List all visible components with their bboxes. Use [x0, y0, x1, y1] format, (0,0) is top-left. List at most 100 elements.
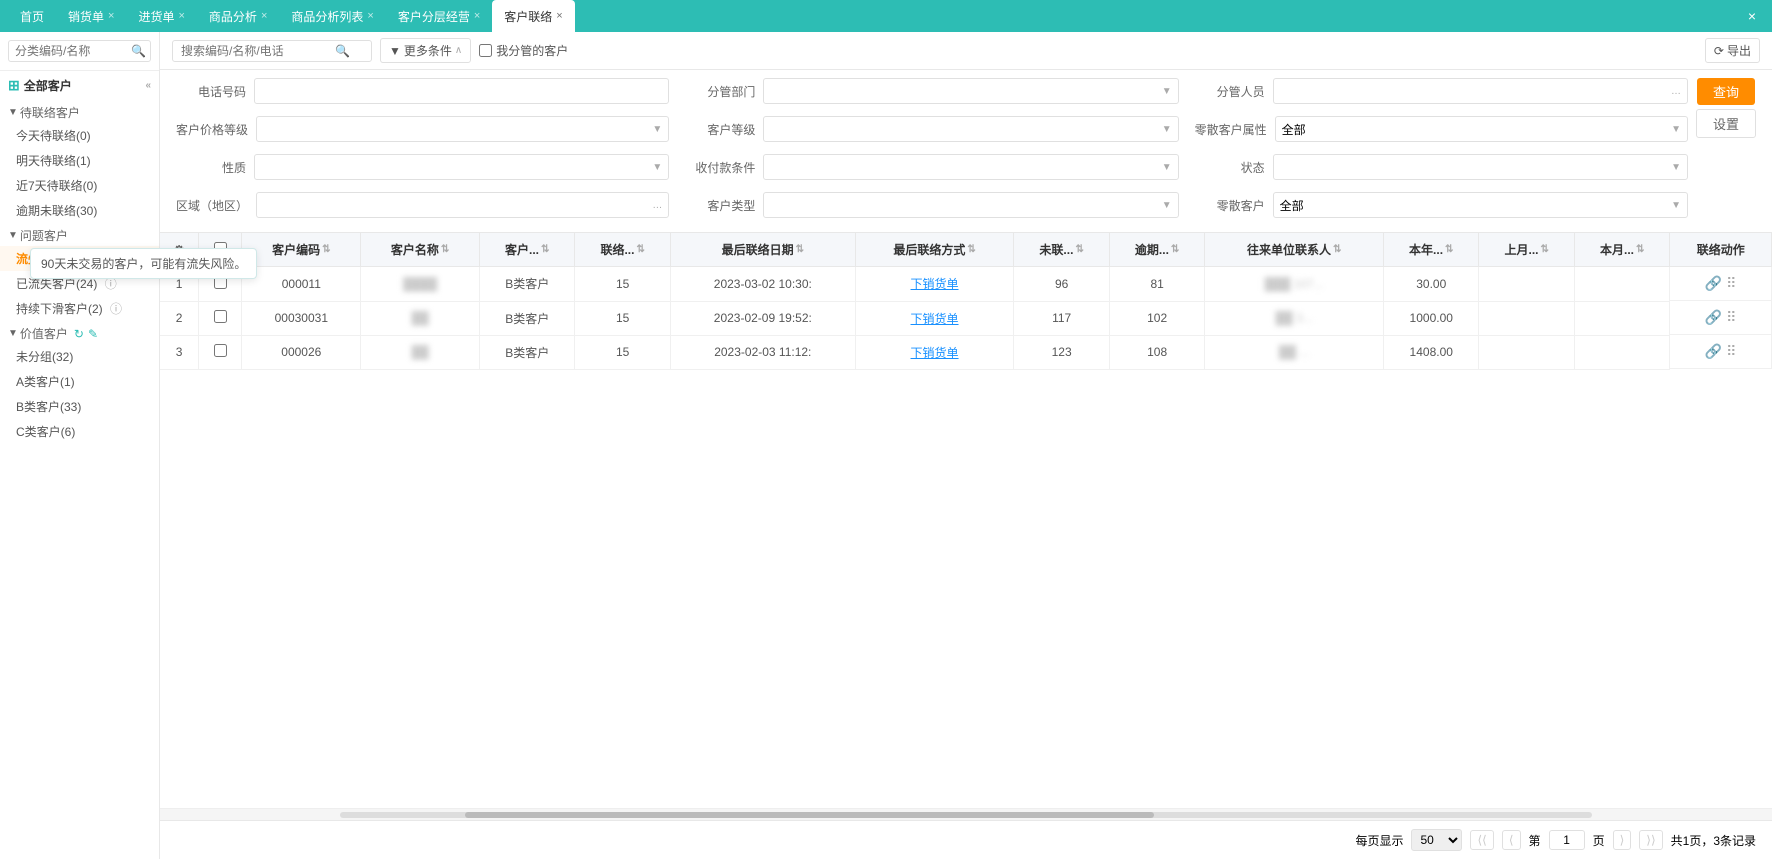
close-customer-contact-tab[interactable]: ×: [556, 10, 562, 22]
sidebar-item-today[interactable]: 今天待联络(0): [0, 123, 159, 148]
filter-level-select[interactable]: ▼: [763, 116, 1178, 142]
filter-payment-select[interactable]: ▼: [763, 154, 1178, 180]
sidebar-item-7days[interactable]: 近7天待联络(0): [0, 173, 159, 198]
scroll-thumb[interactable]: [465, 812, 1154, 818]
scroll-track[interactable]: [340, 812, 1592, 818]
sidebar-item-classC[interactable]: C类客户(6): [0, 419, 159, 444]
export-btn[interactable]: ⟳ 导出: [1705, 38, 1760, 63]
close-analysis-list-tab[interactable]: ×: [367, 10, 373, 22]
sort-tmonth-icon[interactable]: ⇅: [1636, 244, 1644, 255]
close-purchase-tab[interactable]: ×: [178, 10, 184, 22]
search-input[interactable]: [181, 44, 331, 58]
filter-type-select[interactable]: ▼: [763, 192, 1178, 218]
close-customer-segment-tab[interactable]: ×: [474, 10, 480, 22]
refresh-icon[interactable]: ↻: [74, 327, 84, 341]
collapse-icon[interactable]: «: [145, 80, 151, 91]
group-pending[interactable]: ▼ 待联络客户: [0, 100, 159, 123]
sidebar-search-input[interactable]: [8, 40, 151, 62]
cell-contact: 15: [575, 301, 670, 335]
cell-this-month: [1574, 301, 1669, 335]
sort-code-icon[interactable]: ⇅: [322, 244, 330, 255]
sidebar-item-classB[interactable]: B类客户(33): [0, 394, 159, 419]
sidebar-search-wrap: 🔍: [0, 32, 159, 71]
action-more-icon[interactable]: ⠿: [1726, 343, 1736, 360]
sidebar-item-classA[interactable]: A类客户(1): [0, 369, 159, 394]
action-link-icon[interactable]: 🔗: [1705, 343, 1722, 360]
filter-price-select[interactable]: ▼: [256, 116, 669, 142]
cell-checkbox[interactable]: [199, 301, 242, 335]
prev-page-btn[interactable]: ⟨: [1502, 830, 1521, 850]
sidebar-item-declining[interactable]: 持续下滑客户(2) ⓘ: [0, 296, 159, 321]
action-more-icon[interactable]: ⠿: [1726, 309, 1736, 326]
filter-icon: ▼: [389, 44, 401, 58]
action-more-icon[interactable]: ⠿: [1726, 275, 1736, 292]
row-checkbox[interactable]: [214, 344, 227, 357]
sort-year-icon[interactable]: ⇅: [1445, 244, 1453, 255]
close-all-tabs[interactable]: ×: [1740, 8, 1764, 24]
sidebar-item-ungroup[interactable]: 未分组(32): [0, 344, 159, 369]
group-problem[interactable]: ▼ 问题客户: [0, 223, 159, 246]
group-value[interactable]: ▼ 价值客户 ↻ ✎: [0, 321, 159, 344]
sort-contact-icon[interactable]: ⇅: [636, 244, 644, 255]
action-link-icon[interactable]: 🔗: [1705, 309, 1722, 326]
page-size-select[interactable]: 50 20 100: [1411, 829, 1462, 851]
more-filter-btn[interactable]: ▼ 更多条件 ∧: [380, 38, 471, 63]
row-checkbox[interactable]: [214, 310, 227, 323]
filter-status-select[interactable]: ▼: [1273, 154, 1688, 180]
horizontal-scrollbar[interactable]: [160, 808, 1772, 820]
next-page-btn[interactable]: ⟩: [1613, 830, 1632, 850]
sort-name-icon[interactable]: ⇅: [441, 244, 449, 255]
page-number-input[interactable]: [1549, 830, 1585, 850]
cell-actions[interactable]: 🔗 ⠿: [1670, 267, 1771, 301]
tab-sales[interactable]: 销货单 ×: [56, 0, 126, 32]
tab-home[interactable]: 首页: [8, 0, 56, 32]
sort-type-icon[interactable]: ⇅: [541, 244, 549, 255]
first-page-btn[interactable]: ⟨⟨: [1470, 830, 1493, 850]
th-overdue: 逾期...⇅: [1109, 233, 1204, 267]
sort-way-icon[interactable]: ⇅: [967, 244, 975, 255]
filter-zero-select[interactable]: 全部 ▼: [1273, 192, 1688, 218]
sort-overdue-icon[interactable]: ⇅: [1171, 244, 1179, 255]
action-link-icon[interactable]: 🔗: [1705, 275, 1722, 292]
filter-region-select[interactable]: …: [256, 192, 669, 218]
cell-type: B类客户: [479, 267, 574, 302]
tab-purchase[interactable]: 进货单 ×: [126, 0, 196, 32]
edit-icon[interactable]: ✎: [88, 327, 98, 341]
filter-person-select[interactable]: …: [1273, 78, 1688, 104]
cell-last-way[interactable]: 下销货单: [855, 335, 1014, 369]
tab-customer-segment[interactable]: 客户分层经营 ×: [386, 0, 492, 32]
last-page-btn[interactable]: ⟩⟩: [1639, 830, 1662, 850]
th-customer-type: 客户...⇅: [479, 233, 574, 267]
cell-actions[interactable]: 🔗 ⠿: [1670, 301, 1771, 335]
tab-analysis[interactable]: 商品分析 ×: [197, 0, 279, 32]
cell-last-way[interactable]: 下销货单: [855, 267, 1014, 302]
search-submit-icon[interactable]: 🔍: [335, 44, 350, 58]
close-analysis-tab[interactable]: ×: [261, 10, 267, 22]
sort-date-icon[interactable]: ⇅: [796, 244, 804, 255]
sidebar-item-overdue[interactable]: 逾期未联络(30): [0, 198, 159, 223]
sort-unlink-icon[interactable]: ⇅: [1075, 244, 1083, 255]
filter-settings-btn[interactable]: 设置: [1696, 109, 1756, 138]
sort-person-icon[interactable]: ⇅: [1333, 244, 1341, 255]
cell-last-way[interactable]: 下销货单: [855, 301, 1014, 335]
my-customers-checkbox[interactable]: [479, 44, 492, 57]
sidebar-item-tomorrow[interactable]: 明天待联络(1): [0, 148, 159, 173]
close-sales-tab[interactable]: ×: [108, 10, 114, 22]
filter-gender-select[interactable]: ▼: [254, 154, 669, 180]
filter-dept-select[interactable]: ▼: [763, 78, 1178, 104]
cell-actions[interactable]: 🔗 ⠿: [1670, 335, 1771, 369]
filter-phone: 电话号码: [176, 78, 669, 104]
my-customers-checkbox-wrap[interactable]: 我分管的客户: [479, 42, 568, 59]
query-btn[interactable]: 查询: [1697, 78, 1755, 105]
filter-row-2: 客户价格等级 ▼ 客户等级 ▼: [176, 116, 1688, 142]
sidebar-root[interactable]: ⊞ 全部客户 «: [0, 71, 159, 100]
tab-customer-contact[interactable]: 客户联络 ×: [492, 0, 574, 32]
tab-analysis-list[interactable]: 商品分析列表 ×: [279, 0, 385, 32]
cell-last-month: [1479, 267, 1574, 302]
filter-zero-attr-select[interactable]: 全部 ▼: [1275, 116, 1688, 142]
sort-lmonth-icon[interactable]: ⇅: [1541, 244, 1549, 255]
filter-phone-input[interactable]: [254, 78, 669, 104]
th-this-month: 本月...⇅: [1574, 233, 1669, 267]
cell-checkbox[interactable]: [199, 335, 242, 369]
th-code: 客户编码⇅: [242, 233, 361, 267]
